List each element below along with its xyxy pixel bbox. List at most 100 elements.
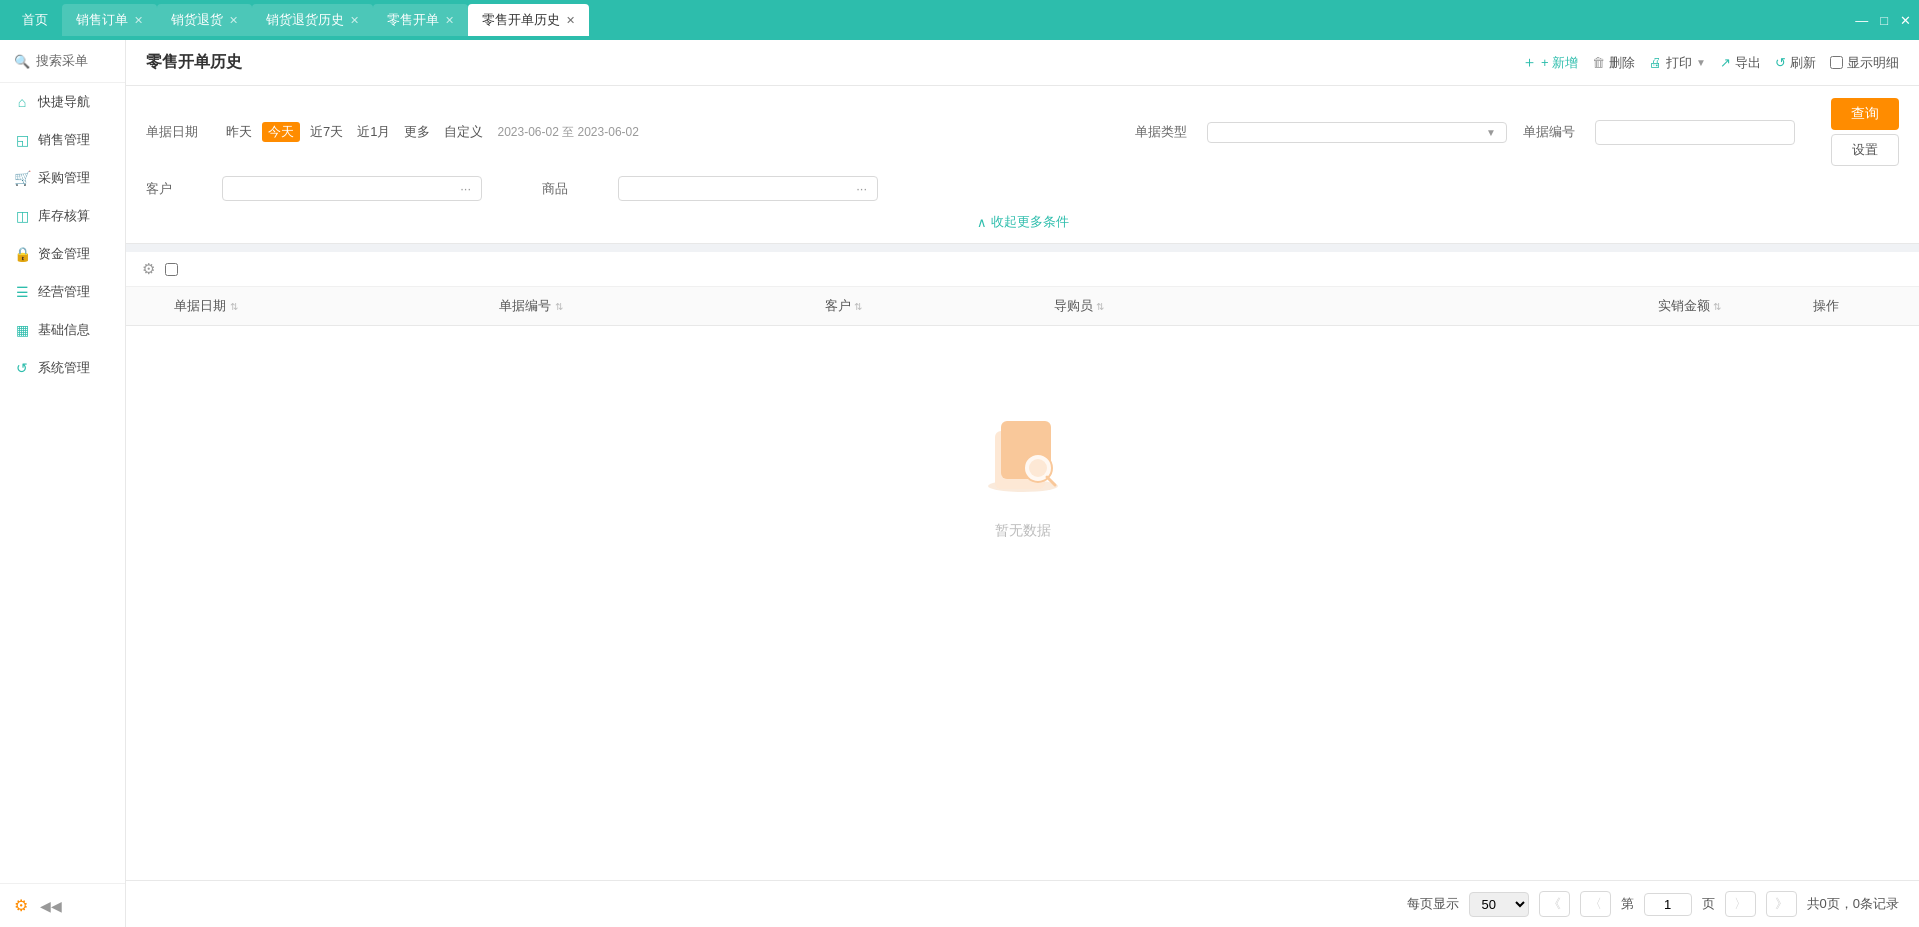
sort-customer-icon: ⇅ [854,301,862,312]
tab-sales-return[interactable]: 销货退货 ✕ [157,4,252,36]
purchase-icon: 🛒 [14,170,30,186]
collapse-sidebar-icon[interactable]: ◀◀ [40,898,62,914]
th-customer[interactable]: 客户 ⇅ [813,287,1042,326]
sidebar-item-sales-mgmt[interactable]: ◱ 销售管理 [0,121,125,159]
tab-sales-order-close[interactable]: ✕ [134,14,143,27]
sidebar-item-sys-mgmt-label: 系统管理 [38,359,90,377]
display-detail-checkbox[interactable] [1830,56,1843,69]
page-header: 零售开单历史 ＋ + 新增 🗑 删除 🖨 打印 ▼ ↗ 导出 [126,40,1919,86]
tab-home[interactable]: 首页 [8,4,62,36]
total-label: 共0页，0条记录 [1807,895,1899,913]
sidebar-item-sales-mgmt-label: 销售管理 [38,131,90,149]
date-custom[interactable]: 自定义 [440,122,487,142]
delete-button[interactable]: 🗑 删除 [1592,54,1635,72]
sort-date-icon: ⇅ [230,301,238,312]
select-all-checkbox[interactable] [165,263,178,276]
tab-sales-return-history-close[interactable]: ✕ [350,14,359,27]
filter-area: 单据日期 昨天 今天 近7天 近1月 更多 自定义 2023-06-02 至 2… [126,86,1919,244]
settings-btn-label: 设置 [1852,142,1878,157]
collapse-filter-btn[interactable]: ∧ 收起更多条件 [977,213,1069,231]
sidebar-search[interactable]: 🔍 搜索采单 [0,40,125,83]
th-date[interactable]: 单据日期 ⇅ [162,287,487,326]
delete-label: 删除 [1609,54,1635,72]
print-dropdown-icon: ▼ [1696,57,1706,68]
tab-sales-order[interactable]: 销售订单 ✕ [62,4,157,36]
add-label: + 新增 [1541,54,1578,72]
date-more[interactable]: 更多 [400,122,434,142]
date-1month[interactable]: 近1月 [353,122,394,142]
sidebar-item-operations[interactable]: ☰ 经营管理 [0,273,125,311]
tab-sales-return-label: 销货退货 [171,11,223,29]
print-button[interactable]: 🖨 打印 ▼ [1649,54,1706,72]
maximize-btn[interactable]: □ [1880,13,1888,28]
sidebar-item-operations-label: 经营管理 [38,283,90,301]
next-page-btn[interactable]: 〉 [1725,891,1756,917]
tab-retail-open[interactable]: 零售开单 ✕ [373,4,468,36]
th-number[interactable]: 单据编号 ⇅ [487,287,812,326]
pagination-bar: 每页显示 50 100 200 《 〈 第 页 〉 [126,880,1919,927]
page-input[interactable] [1644,893,1692,916]
collapse-up-icon: ∧ [977,215,987,230]
sort-number-icon: ⇅ [555,301,563,312]
add-icon: ＋ [1522,53,1537,72]
tab-sales-order-label: 销售订单 [76,11,128,29]
prev-page-btn[interactable]: 〈 [1580,891,1611,917]
gear-icon[interactable]: ⚙ [14,896,28,915]
print-icon: 🖨 [1649,55,1662,70]
export-button[interactable]: ↗ 导出 [1720,54,1761,72]
content-area: 零售开单历史 ＋ + 新增 🗑 删除 🖨 打印 ▼ ↗ 导出 [126,40,1919,927]
sidebar-item-inventory-label: 库存核算 [38,207,90,225]
tab-sales-return-close[interactable]: ✕ [229,14,238,27]
settings-button[interactable]: 设置 [1831,134,1899,166]
last-page-btn[interactable]: 》 [1766,891,1797,917]
add-button[interactable]: ＋ + 新增 [1522,53,1578,72]
sidebar-item-finance[interactable]: 🔒 资金管理 [0,235,125,273]
th-action: 操作 [1733,287,1919,326]
date-options: 昨天 今天 近7天 近1月 更多 自定义 2023-06-02 至 2023-0… [222,122,639,142]
per-page-select[interactable]: 50 100 200 [1469,892,1529,917]
refresh-button[interactable]: ↺ 刷新 [1775,54,1816,72]
customer-dots[interactable]: ··· [460,181,471,196]
per-page-label: 每页显示 [1407,895,1459,913]
table-settings-icon[interactable]: ⚙ [142,260,155,278]
query-button[interactable]: 查询 [1831,98,1899,130]
date-today[interactable]: 今天 [262,122,300,142]
sidebar-item-sys-mgmt[interactable]: ↺ 系统管理 [0,349,125,387]
refresh-icon: ↺ [1775,55,1786,70]
sidebar-item-purchase-mgmt[interactable]: 🛒 采购管理 [0,159,125,197]
window-close-btn[interactable]: ✕ [1900,13,1911,28]
goods-filter-label: 商品 [542,180,598,198]
last-page-icon: 》 [1775,896,1788,911]
sidebar-item-base-info[interactable]: ▦ 基础信息 [0,311,125,349]
sidebar-item-quick-nav[interactable]: ⌂ 快捷导航 [0,83,125,121]
goods-dots[interactable]: ··· [856,181,867,196]
empty-state: 暂无数据 [126,326,1919,620]
tab-sales-return-history[interactable]: 销货退货历史 ✕ [252,4,373,36]
th-checkbox [126,287,162,326]
query-btn-label: 查询 [1851,105,1879,121]
main-layout: 🔍 搜索采单 ⌂ 快捷导航 ◱ 销售管理 🛒 采购管理 ◫ 库存核算 🔒 资金管… [0,40,1919,927]
type-dropdown-icon: ▼ [1486,127,1496,138]
tab-retail-open-history-close[interactable]: ✕ [566,14,575,27]
date-yesterday[interactable]: 昨天 [222,122,256,142]
filter-row-2: 客户 ··· 商品 ··· [146,176,1899,201]
finance-icon: 🔒 [14,246,30,262]
first-page-btn[interactable]: 《 [1539,891,1570,917]
date-range-display: 2023-06-02 至 2023-06-02 [497,124,638,141]
sidebar-item-inventory[interactable]: ◫ 库存核算 [0,197,125,235]
sidebar-item-quick-nav-label: 快捷导航 [38,93,90,111]
th-amount[interactable]: 实销金额 ⇅ [1408,287,1733,326]
tab-home-label: 首页 [22,11,48,29]
minimize-btn[interactable]: — [1855,13,1868,28]
display-detail-button[interactable]: 显示明细 [1830,54,1899,72]
type-filter-select[interactable]: ▼ [1207,122,1507,143]
export-label: 导出 [1735,54,1761,72]
number-filter-input[interactable] [1595,120,1795,145]
tab-retail-open-history[interactable]: 零售开单历史 ✕ [468,4,589,36]
tab-retail-open-close[interactable]: ✕ [445,14,454,27]
date-7days[interactable]: 近7天 [306,122,347,142]
sort-guide-icon: ⇅ [1096,301,1104,312]
th-guide[interactable]: 导购员 ⇅ [1042,287,1319,326]
sys-mgmt-icon: ↺ [14,360,30,376]
collapse-filter-label: 收起更多条件 [991,213,1069,231]
